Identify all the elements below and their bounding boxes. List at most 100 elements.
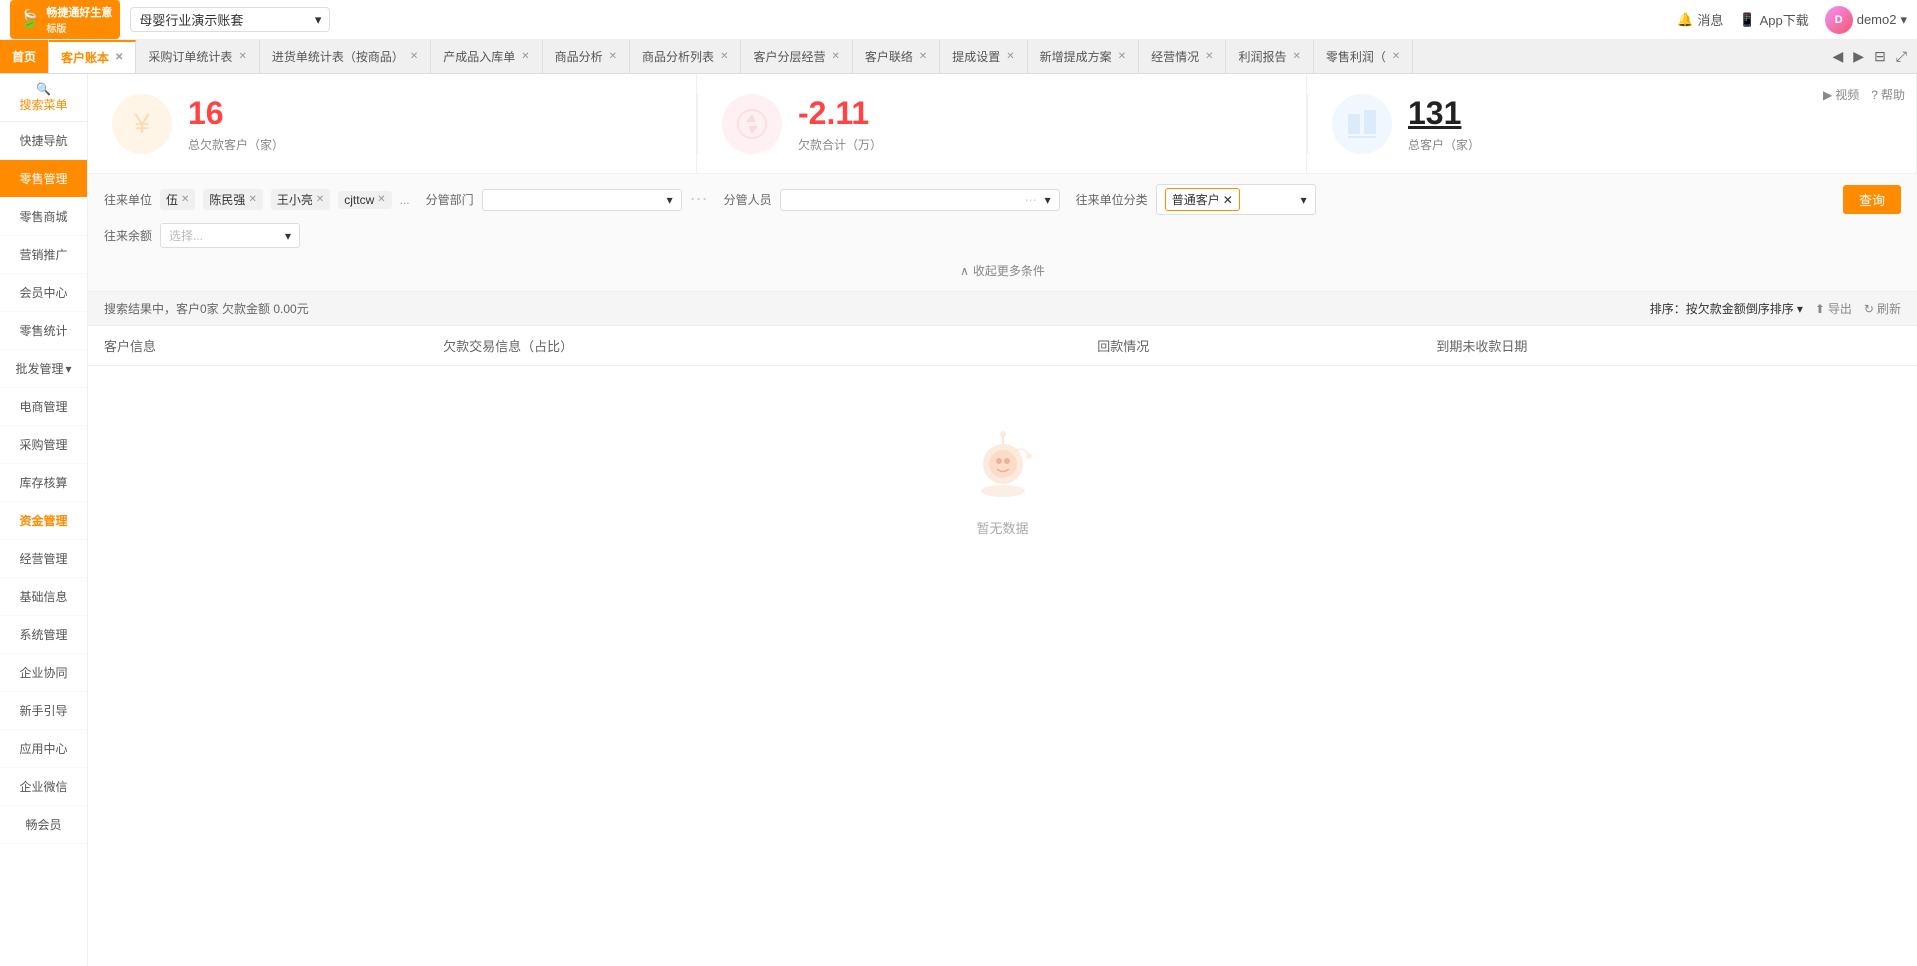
filter-tag-cjttcw[interactable]: cjttcw ✕ (338, 191, 391, 209)
production-tab-label: 产成品入库单 (443, 48, 515, 65)
stat-icon-customers: ¥ (112, 94, 172, 154)
sidebar-label-biz-mgmt: 经营管理 (19, 552, 67, 566)
content-area: ¥ 16 总欠款客户（家） -2.11 欠款合计（万） (88, 74, 1917, 966)
close-tab-customer-contact[interactable]: ✕ (919, 51, 927, 62)
sort-select[interactable]: 排序：按欠款金额倒序排序 ▾ (1650, 300, 1803, 317)
close-tab-propose-settings[interactable]: ✕ (1006, 51, 1014, 62)
close-tab-biz-status[interactable]: ✕ (1205, 51, 1213, 62)
sidebar-quick-nav[interactable]: 快捷导航 (0, 122, 87, 160)
dept-select[interactable]: ▾ (482, 189, 682, 211)
close-tab-customer-segment[interactable]: ✕ (831, 51, 839, 62)
sidebar-label-ecom-mgmt: 电商管理 (19, 400, 67, 414)
unit-class-select[interactable]: 普通客户 ✕ ▾ (1156, 184, 1316, 215)
app-download-btn[interactable]: 📱 App下载 (1739, 10, 1808, 29)
sidebar-item-marketing[interactable]: 营销推广 (0, 236, 87, 274)
tab-propose-settings[interactable]: 提成设置 ✕ (940, 40, 1027, 74)
close-tag-wang[interactable]: ✕ (316, 194, 324, 205)
tab-home[interactable]: 首页 (0, 40, 49, 74)
tab-retail-profit[interactable]: 零售利润（ ✕ (1314, 40, 1413, 74)
results-summary: 搜索结果中，客户0家 欠款金额 0.00元 (104, 300, 309, 317)
stat-value-customers: 16 (188, 94, 284, 132)
results-right: 排序：按欠款金额倒序排序 ▾ ⬆ 导出 ↻ 刷新 (1650, 300, 1901, 317)
close-tab-purchase-stats[interactable]: ✕ (410, 51, 418, 62)
tab-customer-contact[interactable]: 客户联络 ✕ (853, 40, 940, 74)
tab-biz-status[interactable]: 经营情况 ✕ (1139, 40, 1226, 74)
sidebar-item-retail-shop[interactable]: 零售商城 (0, 198, 87, 236)
tab-add-proposal[interactable]: 新增提成方案 ✕ (1028, 40, 1139, 74)
close-tab-product-analysis[interactable]: ✕ (609, 51, 617, 62)
tab-profit-report[interactable]: 利润报告 ✕ (1226, 40, 1313, 74)
close-tab-production[interactable]: ✕ (521, 51, 529, 62)
close-tab-purchase-summary[interactable]: ✕ (238, 51, 246, 62)
stat-card-overdue-customers: ¥ 16 总欠款客户（家） (88, 74, 697, 173)
close-tab-accounts[interactable]: ✕ (115, 52, 123, 63)
filter-tag-wu[interactable]: 伍 ✕ (160, 189, 195, 210)
sidebar-item-app-center[interactable]: 应用中心 (0, 730, 87, 768)
tab-next-arrow[interactable]: ▶ (1849, 46, 1868, 67)
sidebar-item-finance-mgmt[interactable]: 资金管理 (0, 502, 87, 540)
filter-tag-chen[interactable]: 陈民强 ✕ (203, 189, 262, 210)
customer-type-label: 普通客户 (1172, 191, 1220, 208)
close-tag-wu[interactable]: ✕ (181, 194, 189, 205)
sidebar-item-retail-mgmt[interactable]: 零售管理 (0, 160, 87, 198)
tab-customer-segment[interactable]: 客户分层经营 ✕ (741, 40, 852, 74)
chevron-unit-class-icon: ▾ (1301, 193, 1307, 207)
sidebar-item-retail-stats[interactable]: 零售统计 (0, 312, 87, 350)
customer-type-tag[interactable]: 普通客户 ✕ (1165, 188, 1240, 211)
stat-info-overdue: -2.11 欠款合计（万） (798, 94, 882, 153)
video-btn[interactable]: ▶ 视频 (1823, 86, 1859, 103)
tab-product-analysis-list[interactable]: 商品分析列表 ✕ (630, 40, 741, 74)
chevron-sort-icon: ▾ (1797, 302, 1803, 316)
sidebar-search[interactable]: 🔍 搜索菜单 (0, 74, 87, 122)
tab-fullscreen-icon[interactable]: ⤢ (1892, 46, 1911, 67)
avatar: D (1825, 6, 1853, 34)
tab-accounts[interactable]: 客户账本 ✕ (49, 40, 136, 74)
manager-select[interactable]: ⋯ ▾ (780, 189, 1060, 211)
help-btn[interactable]: ? 帮助 (1871, 86, 1905, 103)
tab-prev-arrow[interactable]: ◀ (1829, 46, 1848, 67)
sidebar-item-enterprise-wx[interactable]: 企业微信 (0, 768, 87, 806)
sidebar-item-ecom-mgmt[interactable]: 电商管理 (0, 388, 87, 426)
close-customer-type-tag[interactable]: ✕ (1223, 193, 1233, 207)
sidebar-item-biz-mgmt[interactable]: 经营管理 (0, 540, 87, 578)
sidebar-item-newbie[interactable]: 新手引导 (0, 692, 87, 730)
sidebar-item-basic-info[interactable]: 基础信息 (0, 578, 87, 616)
tab-production[interactable]: 产成品入库单 ✕ (431, 40, 542, 74)
user-menu[interactable]: D demo2 ▾ (1825, 6, 1907, 34)
tab-product-analysis[interactable]: 商品分析 ✕ (543, 40, 630, 74)
export-btn[interactable]: ⬆ 导出 (1815, 300, 1852, 317)
close-tab-product-analysis-list[interactable]: ✕ (720, 51, 728, 62)
tab-purchase-stats[interactable]: 进货单统计表（按商品） ✕ (260, 40, 431, 74)
sidebar-item-inventory[interactable]: 库存核算 (0, 464, 87, 502)
dept-filter-label: 分管部门 (426, 191, 474, 208)
tab-expand-icon[interactable]: ⊟ (1870, 46, 1890, 67)
refresh-btn[interactable]: ↻ 刷新 (1864, 300, 1901, 317)
close-tab-add-proposal[interactable]: ✕ (1118, 51, 1126, 62)
empty-text: 暂无数据 (976, 518, 1028, 537)
sidebar-item-vip[interactable]: 畅会员 (0, 806, 87, 844)
close-tab-retail-profit[interactable]: ✕ (1392, 51, 1400, 62)
filter-row-1: 往来单位 伍 ✕ 陈民强 ✕ 王小亮 ✕ cjttcw ✕ ... (104, 184, 1901, 215)
sidebar-item-purchase-mgmt[interactable]: 采购管理 (0, 426, 87, 464)
sidebar-label-retail-stats: 零售统计 (19, 324, 67, 338)
close-tag-chen[interactable]: ✕ (248, 194, 256, 205)
query-button[interactable]: 查询 (1843, 185, 1901, 214)
account-selector[interactable]: 母婴行业演示账套 ▾ (130, 7, 330, 32)
sidebar-item-enterprise[interactable]: 企业协同 (0, 654, 87, 692)
close-tag-cjttcw[interactable]: ✕ (377, 194, 385, 205)
collapse-filters-btn[interactable]: ∧ 收起更多条件 (104, 256, 1901, 285)
sidebar-item-sys-mgmt[interactable]: 系统管理 (0, 616, 87, 654)
stat-actions: ▶ 视频 ? 帮助 (1823, 86, 1905, 103)
tab-purchase-summary[interactable]: 采购订单统计表 ✕ (136, 40, 259, 74)
close-tab-profit-report[interactable]: ✕ (1293, 51, 1301, 62)
balance-select[interactable]: 选择... ▾ (160, 223, 300, 248)
propose-settings-tab-label: 提成设置 (952, 48, 1000, 65)
chevron-manager-icon: ▾ (1045, 193, 1051, 207)
sidebar-item-wholesale-mgmt[interactable]: 批发管理 ▾ (0, 350, 87, 388)
topbar: 🍃 畅捷通好生意 标版 母婴行业演示账套 ▾ 🔔 消息 📱 App下载 D de… (0, 0, 1917, 40)
profit-report-tab-label: 利润报告 (1238, 48, 1286, 65)
message-btn[interactable]: 🔔 消息 (1677, 10, 1723, 29)
filter-tag-wang[interactable]: 王小亮 ✕ (271, 189, 330, 210)
sidebar-item-member-center[interactable]: 会员中心 (0, 274, 87, 312)
filter-more-tags[interactable]: ... (400, 193, 410, 207)
